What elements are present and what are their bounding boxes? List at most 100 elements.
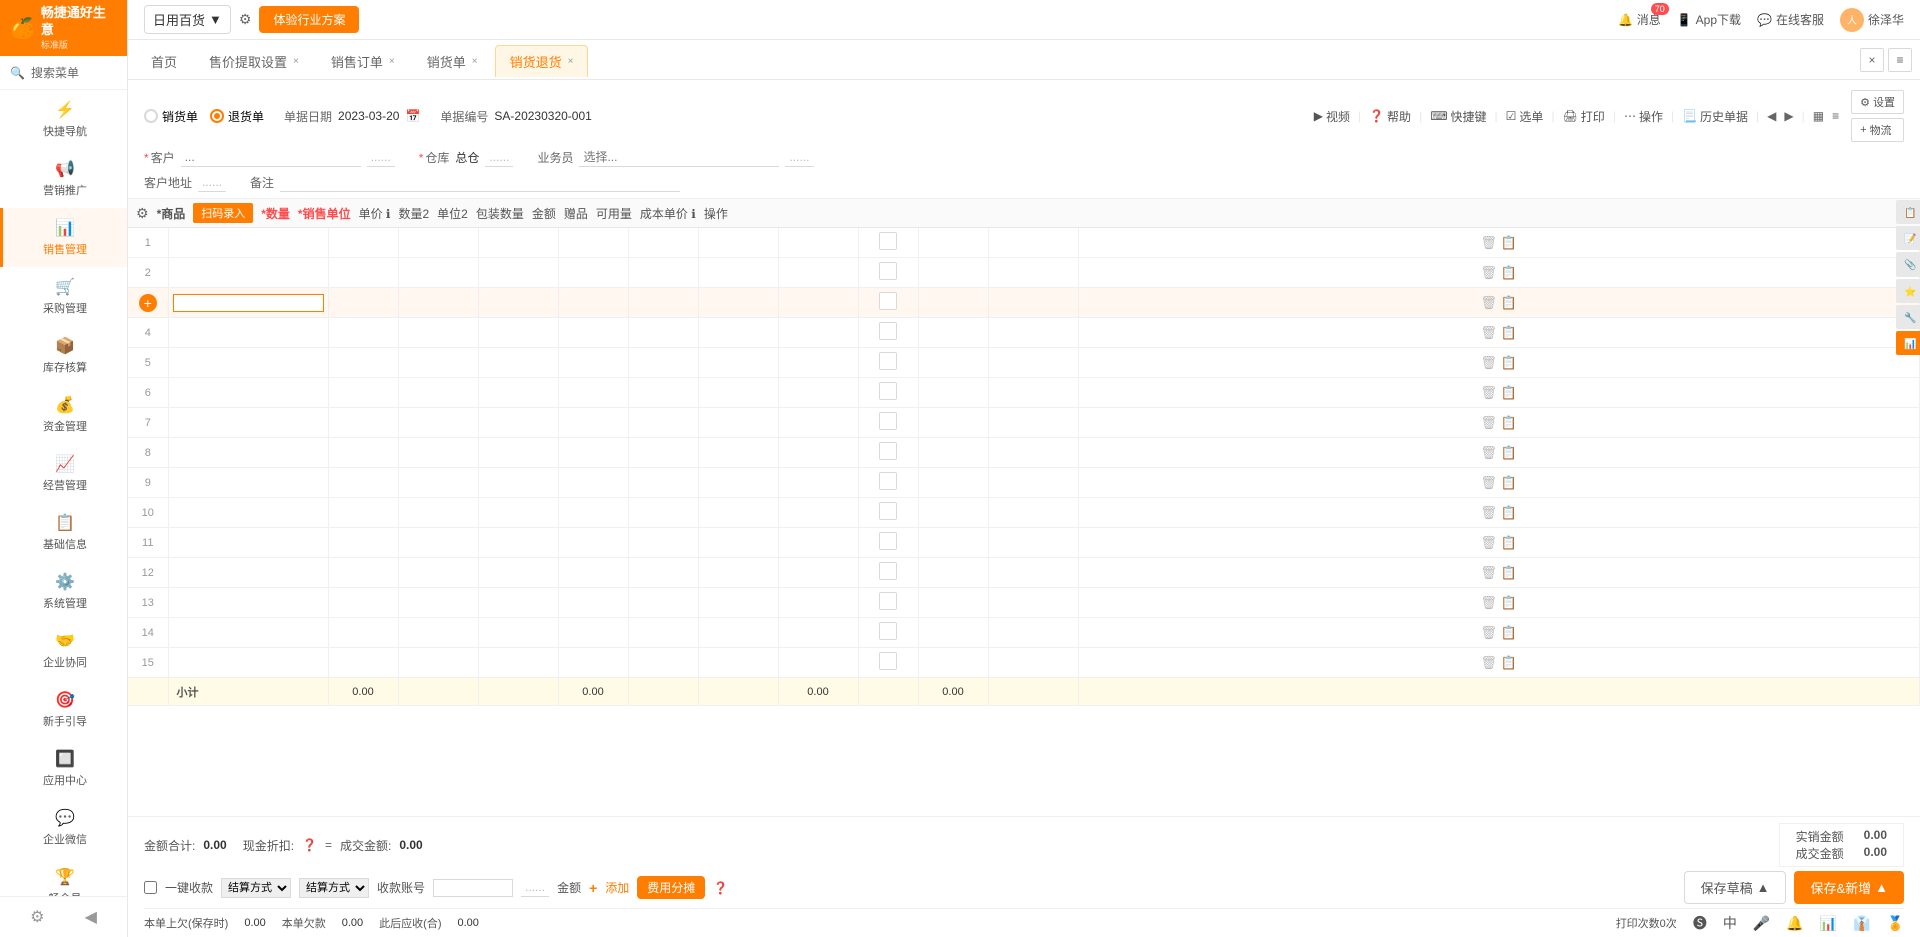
delete-icon[interactable]: 🗑: [1480, 445, 1497, 460]
copy-icon[interactable]: 📋: [1501, 445, 1517, 460]
sidebar-item-operation[interactable]: 📈 经营管理: [0, 444, 127, 503]
float-btn-star[interactable]: ⭐: [1896, 279, 1920, 303]
copy-icon[interactable]: 📋: [1501, 595, 1517, 610]
salesperson-dots[interactable]: ...: [785, 148, 813, 167]
sales-delivery-close-icon[interactable]: ×: [472, 56, 478, 67]
copy-icon[interactable]: 📋: [1501, 295, 1517, 310]
table-settings-icon[interactable]: ⚙: [136, 205, 149, 222]
delete-icon[interactable]: 🗑: [1480, 655, 1497, 670]
salesperson-input[interactable]: [579, 148, 779, 167]
quantity-cell[interactable]: [328, 228, 398, 258]
toolbar-operate[interactable]: ⋯ 操作: [1624, 108, 1663, 125]
add-amount-icon[interactable]: +: [589, 880, 597, 896]
sidebar-item-marketing[interactable]: 📢 营销推广: [0, 149, 127, 208]
gift-checkbox[interactable]: [879, 382, 897, 400]
product-cell[interactable]: [168, 258, 328, 288]
tab-price-setting[interactable]: 售价提取设置 ×: [194, 45, 314, 77]
float-btn-notes[interactable]: 📝: [1896, 226, 1920, 250]
scan-input-button[interactable]: 扫码录入: [193, 203, 253, 223]
sidebar-search[interactable]: 🔍 搜索菜单: [0, 56, 127, 90]
float-btn-clipboard[interactable]: 📋: [1896, 200, 1920, 224]
sidebar-item-member[interactable]: 🏆 畅会员: [0, 857, 127, 896]
toolbar-history[interactable]: 📃 历史单据: [1682, 108, 1748, 125]
tab-home[interactable]: 首页: [136, 45, 192, 77]
account-input[interactable]: [433, 879, 513, 897]
gift-checkbox[interactable]: [879, 652, 897, 670]
pack-qty-cell[interactable]: [698, 288, 778, 318]
gift-checkbox[interactable]: [879, 412, 897, 430]
available-cell[interactable]: [918, 258, 988, 288]
amount-cell[interactable]: [778, 258, 858, 288]
unit-price-cell[interactable]: [478, 258, 558, 288]
sidebar-item-app-center[interactable]: 🔲 应用中心: [0, 739, 127, 798]
copy-icon[interactable]: 📋: [1501, 565, 1517, 580]
warehouse-dots[interactable]: ...: [485, 148, 513, 167]
amount-cell[interactable]: [778, 228, 858, 258]
toolbar-select[interactable]: ☑ 选单: [1506, 108, 1544, 125]
calendar-icon[interactable]: 📅: [405, 109, 420, 123]
one-click-payment-checkbox[interactable]: [144, 881, 157, 894]
float-btn-custom[interactable]: 🔧: [1896, 305, 1920, 329]
settings-icon[interactable]: ⚙: [30, 907, 44, 927]
amount-cell[interactable]: [778, 288, 858, 318]
sidebar-item-newbie[interactable]: 🎯 新手引导: [0, 680, 127, 739]
unit2-cell[interactable]: [628, 288, 698, 318]
pack-qty-cell[interactable]: [698, 228, 778, 258]
sidebar-item-wechat[interactable]: 💬 企业微信: [0, 798, 127, 857]
available-cell[interactable]: [918, 288, 988, 318]
gift-checkbox[interactable]: [879, 262, 897, 280]
gift-checkbox[interactable]: [879, 232, 897, 250]
tab-sales-return[interactable]: 销货退货 ×: [495, 45, 589, 77]
tab-list-btn[interactable]: ≡: [1888, 48, 1912, 72]
gift-checkbox[interactable]: [879, 442, 897, 460]
unit2-cell[interactable]: [628, 228, 698, 258]
unit-price-cell[interactable]: [478, 228, 558, 258]
delete-icon[interactable]: 🗑: [1480, 415, 1497, 430]
user-info[interactable]: 人 徐泽华: [1840, 8, 1904, 32]
unit-price-cell[interactable]: [478, 288, 558, 318]
radio-sales-delivery[interactable]: 销货单: [144, 108, 198, 125]
sidebar-item-system[interactable]: ⚙️ 系统管理: [0, 562, 127, 621]
gift-checkbox[interactable]: [879, 352, 897, 370]
delete-icon[interactable]: 🗑: [1480, 475, 1497, 490]
product-cell[interactable]: [168, 228, 328, 258]
copy-icon[interactable]: 📋: [1501, 655, 1517, 670]
copy-icon[interactable]: 📋: [1501, 265, 1517, 280]
delete-icon[interactable]: 🗑: [1480, 235, 1497, 250]
sidebar-item-sales[interactable]: 📊 销售管理: [0, 208, 127, 267]
delete-icon[interactable]: 🗑: [1480, 295, 1497, 310]
sidebar-item-enterprise[interactable]: 🤝 企业协同: [0, 621, 127, 680]
notification-badge[interactable]: 🔔 70 消息: [1618, 11, 1660, 28]
experience-button[interactable]: 体验行业方案: [259, 6, 359, 33]
add-row-button[interactable]: +: [139, 294, 157, 312]
price-setting-close-icon[interactable]: ×: [293, 56, 299, 67]
copy-icon[interactable]: 📋: [1501, 535, 1517, 550]
copy-icon[interactable]: 📋: [1501, 505, 1517, 520]
online-service-btn[interactable]: 💬 在线客服: [1757, 11, 1824, 28]
float-btn-attachment[interactable]: 📎: [1896, 252, 1920, 276]
copy-icon[interactable]: 📋: [1501, 385, 1517, 400]
available-cell[interactable]: [918, 228, 988, 258]
tab-close-btn[interactable]: ×: [1860, 48, 1884, 72]
sidebar-item-purchase[interactable]: 🛒 采购管理: [0, 267, 127, 326]
customer-dots[interactable]: ...: [367, 148, 395, 167]
cost-price-cell[interactable]: [988, 258, 1078, 288]
remarks-input[interactable]: [280, 173, 680, 192]
tab-sales-delivery[interactable]: 销货单 ×: [412, 45, 493, 77]
cost-price-cell[interactable]: [988, 228, 1078, 258]
toolbar-shortcut[interactable]: ⌨ 快捷键: [1430, 108, 1486, 125]
delete-icon[interactable]: 🗑: [1480, 385, 1497, 400]
gift-checkbox[interactable]: [879, 322, 897, 340]
sales-unit-cell[interactable]: [398, 258, 478, 288]
calculation-method-select[interactable]: 结算方式: [299, 878, 369, 898]
toolbar-list-icon[interactable]: ≡: [1832, 109, 1839, 123]
product-input[interactable]: [173, 294, 324, 312]
delete-icon[interactable]: 🗑: [1480, 325, 1497, 340]
product-cell-active[interactable]: [168, 288, 328, 318]
sidebar-item-basic-info[interactable]: 📋 基础信息: [0, 503, 127, 562]
tab-sales-order[interactable]: 销售订单 ×: [316, 45, 410, 77]
account-dots[interactable]: ...: [521, 878, 549, 897]
qty2-cell[interactable]: [558, 228, 628, 258]
app-download-btn[interactable]: 📱 App下载: [1677, 11, 1741, 28]
delete-icon[interactable]: 🗑: [1480, 535, 1497, 550]
